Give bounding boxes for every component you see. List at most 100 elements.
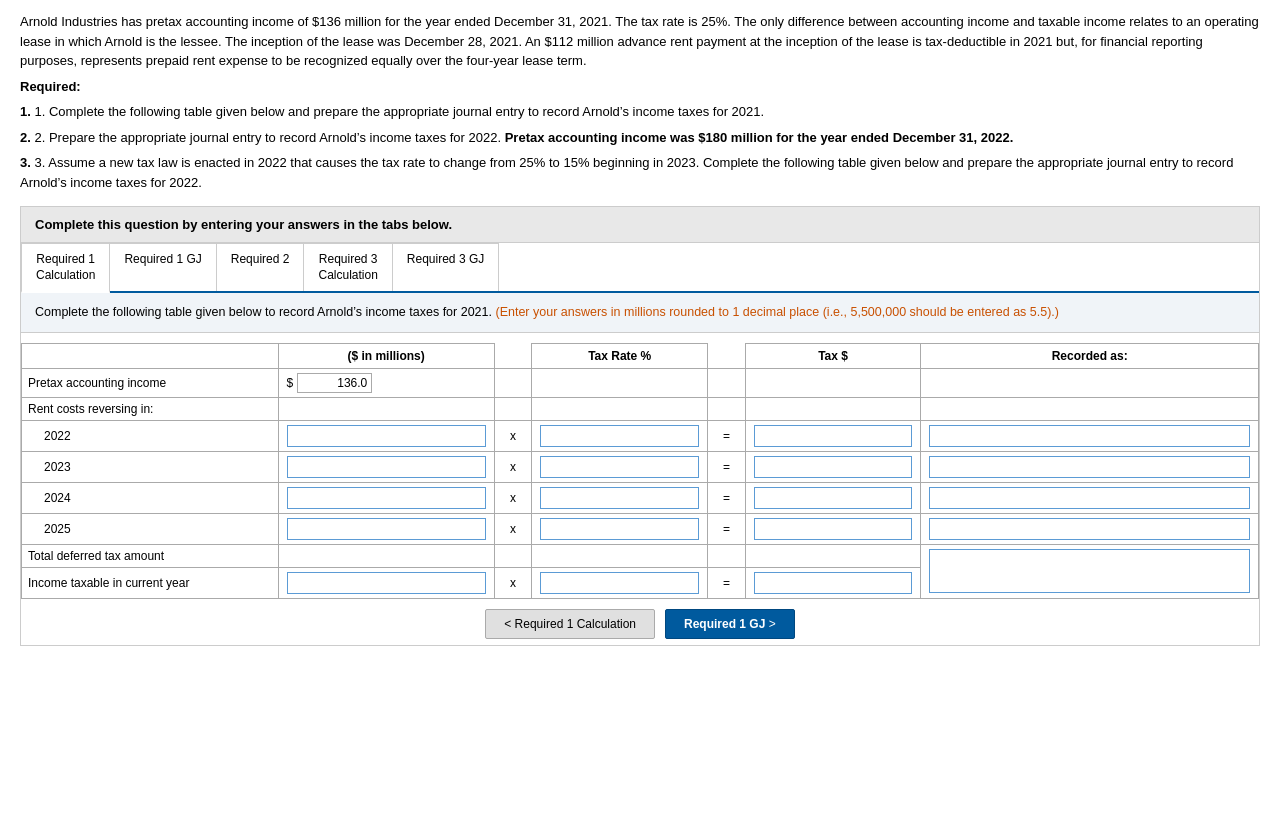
col-header-dollars: ($ in millions) bbox=[278, 343, 494, 368]
operator-x-income: x bbox=[494, 567, 532, 598]
label-2024: 2024 bbox=[22, 482, 279, 513]
label-total-deferred: Total deferred tax amount bbox=[22, 544, 279, 567]
input-2025-taxdollar[interactable] bbox=[754, 518, 913, 540]
input-total-recorded[interactable] bbox=[929, 549, 1250, 593]
table-wrapper: ($ in millions) Tax Rate % Tax $ Recorde… bbox=[21, 333, 1259, 645]
input-2024-recorded[interactable] bbox=[929, 487, 1250, 509]
label-income-taxable: Income taxable in current year bbox=[22, 567, 279, 598]
cell-2023-taxdollar[interactable] bbox=[745, 451, 921, 482]
input-income-amount[interactable] bbox=[287, 572, 486, 594]
cell-2022-recorded[interactable] bbox=[921, 420, 1259, 451]
pretax-dollar-display: $ 136.0 bbox=[287, 373, 486, 393]
cell-total-amount bbox=[278, 544, 494, 567]
nav-buttons: < Required 1 Calculation Required 1 GJ > bbox=[21, 599, 1259, 645]
pretax-value: 136.0 bbox=[297, 373, 372, 393]
cell-2023-taxrate[interactable] bbox=[532, 451, 708, 482]
prev-button[interactable]: < Required 1 Calculation bbox=[485, 609, 655, 639]
tab-required1-gj[interactable]: Required 1 GJ bbox=[110, 243, 216, 291]
label-2023: 2023 bbox=[22, 451, 279, 482]
tabs-container: Required 1Calculation Required 1 GJ Requ… bbox=[20, 243, 1260, 646]
operator-eq-2023: = bbox=[707, 451, 745, 482]
cell-pretax-taxrate bbox=[532, 368, 708, 397]
tab-required3-gj[interactable]: Required 3 GJ bbox=[393, 243, 499, 291]
cell-rent-amount bbox=[278, 397, 494, 420]
input-2025-recorded[interactable] bbox=[929, 518, 1250, 540]
operator-eq-2022: = bbox=[707, 420, 745, 451]
next-button[interactable]: Required 1 GJ > bbox=[665, 609, 795, 639]
required-header: Required: bbox=[20, 77, 1260, 97]
req3-text: 3. 3. Assume a new tax law is enacted in… bbox=[20, 153, 1260, 192]
row-pretax: Pretax accounting income $ 136.0 bbox=[22, 368, 1259, 397]
cell-income-taxrate[interactable] bbox=[532, 567, 708, 598]
cell-rent-recorded bbox=[921, 397, 1259, 420]
cell-2022-taxrate[interactable] bbox=[532, 420, 708, 451]
cell-2022-taxdollar[interactable] bbox=[745, 420, 921, 451]
cell-2025-recorded[interactable] bbox=[921, 513, 1259, 544]
cell-total-taxdollar bbox=[745, 544, 921, 567]
operator-empty-total bbox=[494, 544, 532, 567]
label-2025: 2025 bbox=[22, 513, 279, 544]
input-2023-amount[interactable] bbox=[287, 456, 486, 478]
cell-2023-amount[interactable] bbox=[278, 451, 494, 482]
input-income-taxrate[interactable] bbox=[540, 572, 699, 594]
cell-2024-amount[interactable] bbox=[278, 482, 494, 513]
prev-label: Required 1 Calculation bbox=[515, 617, 636, 631]
row-2025: 2025 x = bbox=[22, 513, 1259, 544]
input-2023-recorded[interactable] bbox=[929, 456, 1250, 478]
cell-2025-amount[interactable] bbox=[278, 513, 494, 544]
row-rent-label: Rent costs reversing in: bbox=[22, 397, 1259, 420]
tab-required3-calculation[interactable]: Required 3Calculation bbox=[304, 243, 392, 291]
content-note: (Enter your answers in millions rounded … bbox=[495, 305, 1059, 319]
cell-2024-taxdollar[interactable] bbox=[745, 482, 921, 513]
dollar-sign: $ bbox=[287, 376, 294, 390]
input-2024-taxdollar[interactable] bbox=[754, 487, 913, 509]
instruction-box: Complete this question by entering your … bbox=[20, 206, 1260, 243]
input-2022-amount[interactable] bbox=[287, 425, 486, 447]
input-2025-taxrate[interactable] bbox=[540, 518, 699, 540]
input-2023-taxdollar[interactable] bbox=[754, 456, 913, 478]
cell-income-taxdollar[interactable] bbox=[745, 567, 921, 598]
cell-2025-taxrate[interactable] bbox=[532, 513, 708, 544]
operator-empty-rent bbox=[494, 397, 532, 420]
input-2023-taxrate[interactable] bbox=[540, 456, 699, 478]
input-2025-amount[interactable] bbox=[287, 518, 486, 540]
req1-text: 1. 1. Complete the following table given… bbox=[20, 102, 1260, 122]
problem-text: Arnold Industries has pretax accounting … bbox=[20, 12, 1260, 192]
cell-income-amount[interactable] bbox=[278, 567, 494, 598]
col-header-empty1 bbox=[494, 343, 532, 368]
tab-required2[interactable]: Required 2 bbox=[217, 243, 305, 291]
input-2024-taxrate[interactable] bbox=[540, 487, 699, 509]
col-header-label bbox=[22, 343, 279, 368]
cell-2025-taxdollar[interactable] bbox=[745, 513, 921, 544]
cell-rent-taxdollar bbox=[745, 397, 921, 420]
label-2022: 2022 bbox=[22, 420, 279, 451]
input-2022-taxrate[interactable] bbox=[540, 425, 699, 447]
operator-x-2025: x bbox=[494, 513, 532, 544]
input-2024-amount[interactable] bbox=[287, 487, 486, 509]
label-pretax: Pretax accounting income bbox=[22, 368, 279, 397]
operator-empty-rent2 bbox=[707, 397, 745, 420]
row-2022: 2022 x = bbox=[22, 420, 1259, 451]
main-table: ($ in millions) Tax Rate % Tax $ Recorde… bbox=[21, 343, 1259, 599]
req2-text: 2. 2. Prepare the appropriate journal en… bbox=[20, 128, 1260, 148]
tabs-row: Required 1Calculation Required 1 GJ Requ… bbox=[21, 243, 1259, 293]
tab-required1-calculation[interactable]: Required 1Calculation bbox=[21, 243, 110, 293]
cell-2022-amount[interactable] bbox=[278, 420, 494, 451]
input-income-taxdollar[interactable] bbox=[754, 572, 913, 594]
row-2024: 2024 x = bbox=[22, 482, 1259, 513]
input-2022-recorded[interactable] bbox=[929, 425, 1250, 447]
cell-pretax-amount: $ 136.0 bbox=[278, 368, 494, 397]
row-total-deferred: Total deferred tax amount bbox=[22, 544, 1259, 567]
operator-x-2023: x bbox=[494, 451, 532, 482]
input-2022-taxdollar[interactable] bbox=[754, 425, 913, 447]
col-header-empty2 bbox=[707, 343, 745, 368]
cell-rent-taxrate bbox=[532, 397, 708, 420]
cell-2024-taxrate[interactable] bbox=[532, 482, 708, 513]
cell-2024-recorded[interactable] bbox=[921, 482, 1259, 513]
cell-2023-recorded[interactable] bbox=[921, 451, 1259, 482]
operator-empty-pretax bbox=[494, 368, 532, 397]
cell-total-recorded[interactable] bbox=[921, 544, 1259, 598]
content-area: Complete the following table given below… bbox=[21, 293, 1259, 333]
operator-x-2022: x bbox=[494, 420, 532, 451]
col-header-recorded: Recorded as: bbox=[921, 343, 1259, 368]
